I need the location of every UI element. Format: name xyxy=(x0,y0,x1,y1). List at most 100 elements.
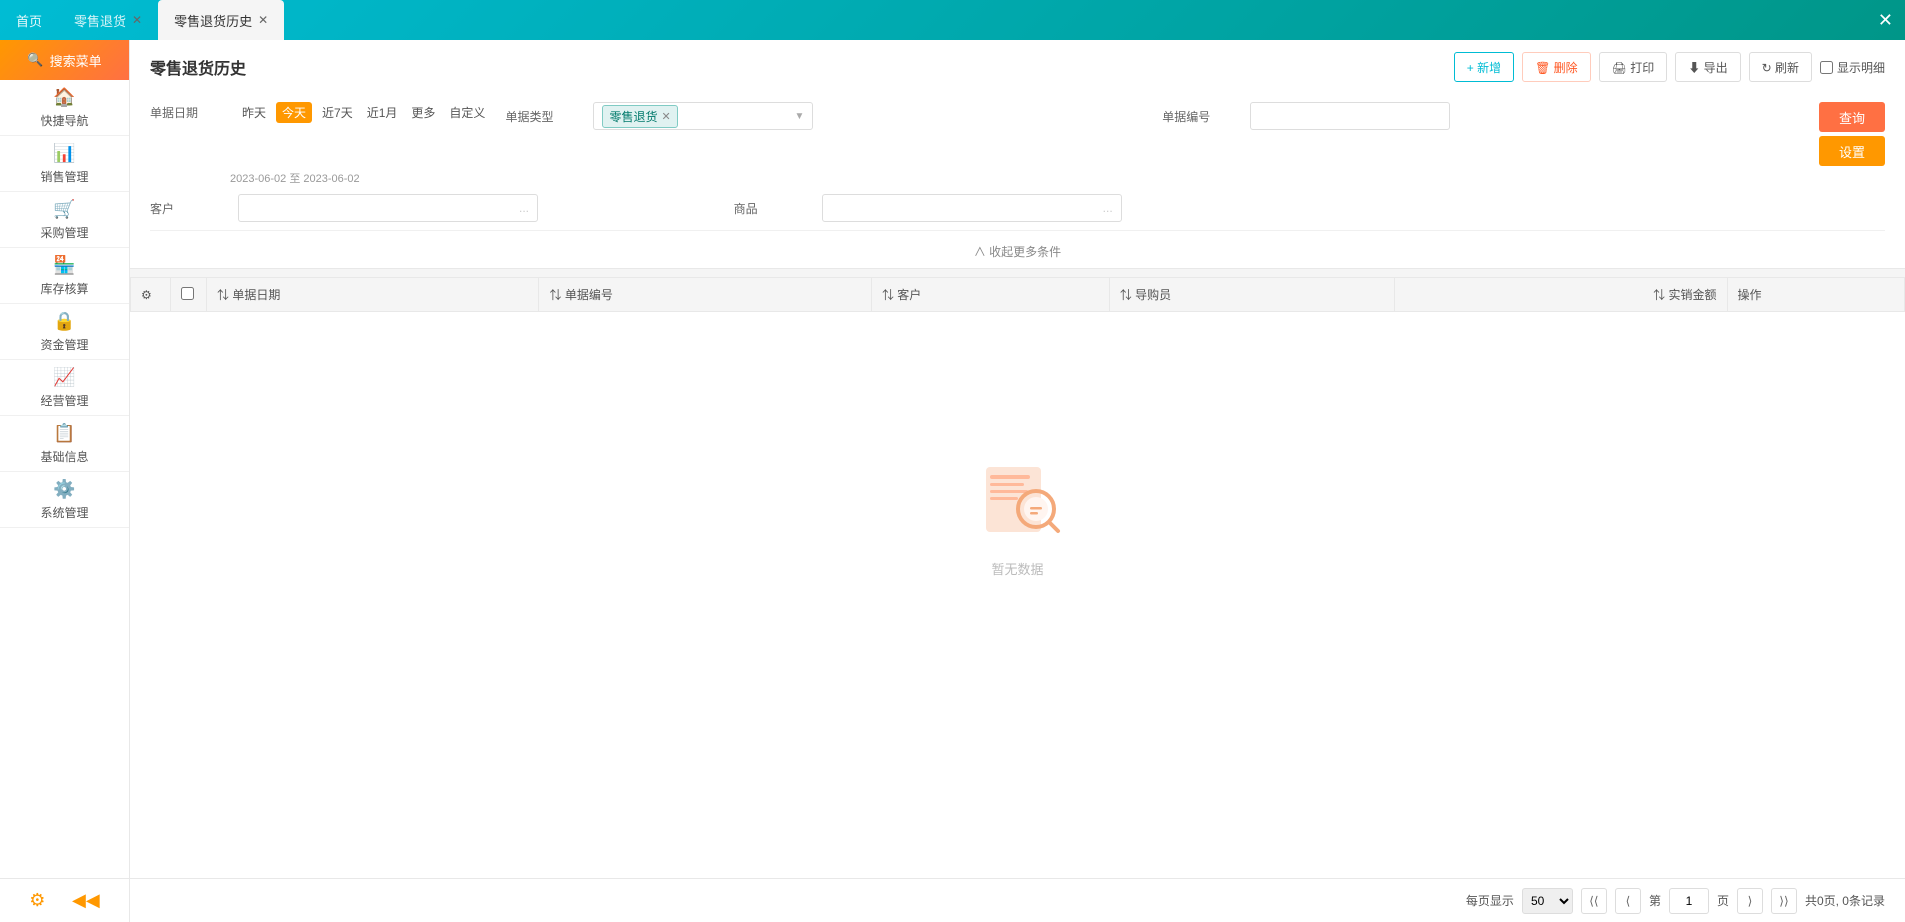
empty-label: 暂无数据 xyxy=(991,559,1043,578)
sidebar-item-sales-label: 销售管理 xyxy=(40,168,88,185)
home-icon: 🏠 xyxy=(53,87,75,108)
sidebar-item-system-label: 系统管理 xyxy=(40,504,88,521)
tab-retail-return-label: 零售退货 xyxy=(74,11,126,30)
show-detail-checkbox[interactable] xyxy=(1820,61,1833,74)
doc-type-select[interactable]: 零售退货 ✕ ▼ xyxy=(593,102,813,130)
window-close-icon[interactable]: ✕ xyxy=(1878,10,1893,31)
settings-bottom-icon[interactable]: ⚙ xyxy=(29,890,45,911)
column-action: 操作 xyxy=(1727,278,1905,312)
page-unit: 页 xyxy=(1717,892,1729,909)
export-button[interactable]: ⬇ 导出 xyxy=(1675,52,1740,82)
tab-retail-return-close-icon[interactable]: ✕ xyxy=(132,13,142,27)
sidebar-item-quick-nav-label: 快捷导航 xyxy=(40,112,88,129)
refresh-button[interactable]: ↻ 刷新 xyxy=(1749,52,1812,82)
sidebar-item-finance-label: 资金管理 xyxy=(40,336,88,353)
query-button[interactable]: 查询 xyxy=(1819,102,1885,132)
column-guide[interactable]: ⇅ 导购员 xyxy=(1109,278,1394,312)
page-number-input[interactable] xyxy=(1669,888,1709,914)
print-button[interactable]: 🖨 打印 xyxy=(1599,52,1668,82)
page-next-button[interactable]: ⟩ xyxy=(1737,888,1763,914)
date-opt-more[interactable]: 更多 xyxy=(407,102,439,123)
column-action-label: 操作 xyxy=(1738,288,1762,302)
sidebar-item-finance-mgmt[interactable]: 🔒 资金管理 xyxy=(0,304,129,360)
page-prev-button[interactable]: ⟨ xyxy=(1615,888,1641,914)
delete-button[interactable]: 🗑 删除 xyxy=(1522,52,1591,82)
new-button[interactable]: + 新增 xyxy=(1454,52,1514,82)
page-last-button[interactable]: ⟩⟩ xyxy=(1771,888,1797,914)
sidebar-search[interactable]: 🔍 搜索菜单 xyxy=(0,40,129,80)
column-doc-date[interactable]: ⇅ 单据日期 xyxy=(207,278,539,312)
empty-illustration xyxy=(968,447,1068,547)
operations-icon: 📈 xyxy=(53,367,75,388)
tab-retail-return[interactable]: 零售退货 ✕ xyxy=(58,0,158,40)
data-table: ⚙ ⇅ 单据日期 ⇅ 单据编号 ⇅ 客户 xyxy=(130,277,1905,712)
purchase-icon: 🛒 xyxy=(53,199,75,220)
basic-info-icon: 📋 xyxy=(53,423,75,444)
sidebar: 🔍 搜索菜单 🏠 快捷导航 📊 销售管理 🛒 采购管理 🏪 库存核算 🔒 资金管… xyxy=(0,40,130,922)
goods-filter-input[interactable]: ... xyxy=(822,194,1122,222)
goods-ellipsis: ... xyxy=(1103,201,1113,215)
doc-type-tag-label: 零售退货 xyxy=(609,108,657,125)
column-amount-label: ⇅ 实销金额 xyxy=(1653,288,1716,302)
sidebar-item-purchase-mgmt[interactable]: 🛒 采购管理 xyxy=(0,192,129,248)
search-icon: 🔍 xyxy=(27,52,43,68)
date-opt-custom[interactable]: 自定义 xyxy=(445,102,489,123)
tab-retail-return-history-close-icon[interactable]: ✕ xyxy=(258,13,268,27)
sidebar-item-quick-nav[interactable]: 🏠 快捷导航 xyxy=(0,80,129,136)
doc-type-tag-close-icon[interactable]: ✕ xyxy=(661,110,670,123)
column-customer[interactable]: ⇅ 客户 xyxy=(871,278,1109,312)
date-opt-7days[interactable]: 近7天 xyxy=(318,102,357,123)
page-title-row: 零售退货历史 + 新增 🗑 删除 🖨 打印 ⬇ 导出 ↻ 刷新 显示明细 xyxy=(150,52,1885,82)
sidebar-item-operations-label: 经营管理 xyxy=(40,392,88,409)
page-title: 零售退货历史 xyxy=(150,55,246,79)
toolbar: + 新增 🗑 删除 🖨 打印 ⬇ 导出 ↻ 刷新 显示明细 xyxy=(1454,52,1885,82)
date-opt-yesterday[interactable]: 昨天 xyxy=(238,102,270,123)
tab-home[interactable]: 首页 xyxy=(0,0,58,40)
select-all-checkbox[interactable] xyxy=(181,287,194,300)
empty-state-row: 暂无数据 xyxy=(131,312,1905,713)
date-opt-today[interactable]: 今天 xyxy=(276,102,312,123)
chevron-down-icon: ▼ xyxy=(795,111,805,122)
date-options: 昨天 今天 近7天 近1月 更多 自定义 xyxy=(238,102,489,123)
setting-button[interactable]: 设置 xyxy=(1819,136,1885,166)
table-body: 暂无数据 xyxy=(131,312,1905,713)
tab-home-label: 首页 xyxy=(16,11,42,30)
top-tab-bar: 首页 零售退货 ✕ 零售退货历史 ✕ ✕ xyxy=(0,0,1905,40)
customer-ellipsis: ... xyxy=(519,201,529,215)
page-size-select[interactable]: 50 20 100 xyxy=(1522,888,1573,914)
pagination: 每页显示 50 20 100 ⟨⟨ ⟨ 第 页 ⟩ ⟩⟩ 共0页, 0条记录 xyxy=(130,878,1905,922)
doc-num-label: 单据编号 xyxy=(1162,108,1242,125)
sidebar-bottom: ⚙ ◀◀ xyxy=(0,878,129,922)
sidebar-item-sales-mgmt[interactable]: 📊 销售管理 xyxy=(0,136,129,192)
column-doc-date-label: ⇅ 单据日期 xyxy=(217,288,280,302)
inventory-icon: 🏪 xyxy=(53,255,75,276)
date-filter-label: 单据日期 xyxy=(150,104,230,121)
customer-filter-label: 客户 xyxy=(150,200,230,217)
column-guide-label: ⇅ 导购员 xyxy=(1120,288,1171,302)
page-size-label: 每页显示 xyxy=(1466,892,1514,909)
sidebar-item-system-mgmt[interactable]: ⚙️ 系统管理 xyxy=(0,472,129,528)
column-amount[interactable]: ⇅ 实销金额 xyxy=(1395,278,1727,312)
page-first-button[interactable]: ⟨⟨ xyxy=(1581,888,1607,914)
empty-state: 暂无数据 xyxy=(131,312,1905,712)
sidebar-item-basic-info[interactable]: 📋 基础信息 xyxy=(0,416,129,472)
table-container: ⚙ ⇅ 单据日期 ⇅ 单据编号 ⇅ 客户 xyxy=(130,277,1905,878)
date-opt-1month[interactable]: 近1月 xyxy=(363,102,402,123)
doc-num-input[interactable] xyxy=(1250,102,1450,130)
column-settings[interactable]: ⚙ xyxy=(131,278,171,312)
sidebar-item-operations-mgmt[interactable]: 📈 经营管理 xyxy=(0,360,129,416)
total-info: 共0页, 0条记录 xyxy=(1805,892,1885,909)
collapse-filter-button[interactable]: ∧ 收起更多条件 xyxy=(958,239,1077,264)
column-checkbox[interactable] xyxy=(171,278,207,312)
show-detail-checkbox-group: 显示明细 xyxy=(1820,59,1885,76)
sidebar-item-inventory-mgmt[interactable]: 🏪 库存核算 xyxy=(0,248,129,304)
date-range-display: 2023-06-02 至 2023-06-02 xyxy=(230,173,360,185)
column-doc-num[interactable]: ⇅ 单据编号 xyxy=(539,278,871,312)
audio-bottom-icon[interactable]: ◀◀ xyxy=(72,890,100,911)
page-label: 第 xyxy=(1649,892,1661,909)
customer-filter-input[interactable]: ... xyxy=(238,194,538,222)
tab-retail-return-history[interactable]: 零售退货历史 ✕ xyxy=(158,0,284,40)
content-area: 零售退货历史 + 新增 🗑 删除 🖨 打印 ⬇ 导出 ↻ 刷新 显示明细 xyxy=(130,40,1905,922)
action-buttons: 查询 设置 xyxy=(1819,102,1885,166)
filter-area: 单据日期 昨天 今天 近7天 近1月 更多 自定义 单据类型 xyxy=(150,94,1885,268)
